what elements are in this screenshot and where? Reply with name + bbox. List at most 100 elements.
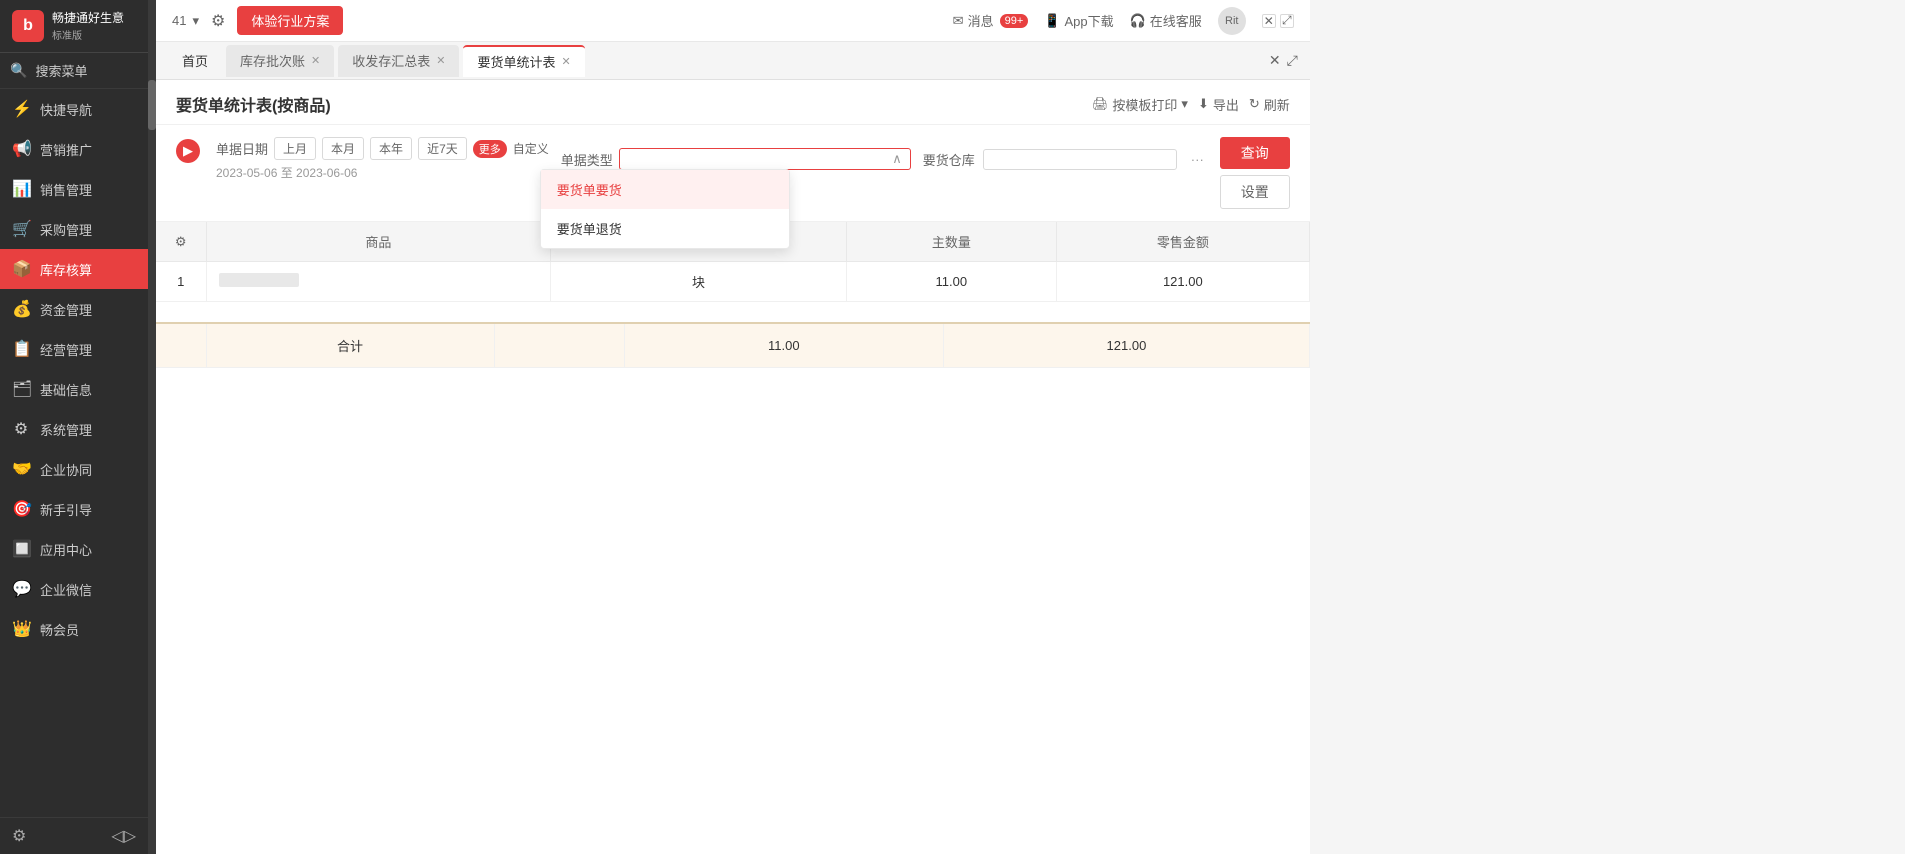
dropdown-item-order-return[interactable]: 要货单退货 — [541, 209, 789, 248]
sidebar-item-quick-nav[interactable]: ⚡ 快捷导航 — [0, 89, 148, 129]
sidebar-nav: ⚡ 快捷导航 📢 营销推广 📊 销售管理 🛒 采购管理 📦 库存核算 💰 — [0, 89, 148, 817]
warehouse-filter-label: 要货仓库 — [923, 150, 975, 169]
tabs-bar: 首页 库存批次账 ✕ 收发存汇总表 ✕ 要货单统计表 ✕ ✕ ⤢ — [156, 42, 1310, 80]
logo-sub: 标准版 — [52, 27, 124, 42]
app-download-label: App下载 — [1064, 11, 1113, 30]
date-btn-this-month[interactable]: 本月 — [322, 137, 364, 160]
nav-icon-member: 👑 — [12, 619, 30, 639]
search-icon: 🔍 — [10, 62, 27, 79]
print-chevron-icon: ▾ — [1181, 96, 1188, 112]
tab-expand-icon[interactable]: ⤢ — [1287, 52, 1298, 69]
type-filter-group: 单据类型 ∧ 要货单要货 要货单退货 — [561, 148, 911, 170]
nav-icon-sales: 📊 — [12, 179, 30, 199]
filter-toggle-icon: ▶ — [183, 143, 193, 159]
tab-batch-account[interactable]: 库存批次账 ✕ — [226, 45, 334, 77]
sidebar-item-wechat[interactable]: 💬 企业微信 — [0, 569, 148, 609]
trial-btn[interactable]: 体验行业方案 — [237, 6, 343, 35]
sidebar-item-inventory[interactable]: 📦 库存核算 — [0, 249, 148, 289]
warehouse-input-wrap — [983, 149, 1177, 170]
sidebar-search[interactable]: 🔍 搜索菜单 — [0, 53, 148, 89]
footer-quantity: 11.00 — [624, 324, 943, 368]
expand-btn[interactable]: ⤢ — [1280, 14, 1294, 28]
dropdown-item-order-goods[interactable]: 要货单要货 — [541, 170, 789, 209]
sidebar-item-app-center[interactable]: 🔲 应用中心 — [0, 529, 148, 569]
nav-icon-base: 🗂 — [12, 379, 30, 399]
sidebar-item-sales[interactable]: 📊 销售管理 — [0, 169, 148, 209]
date-btn-this-year[interactable]: 本年 — [370, 137, 412, 160]
receipt-summary-tab-label: 收发存汇总表 — [352, 51, 430, 70]
sidebar-item-finance[interactable]: 💰 资金管理 — [0, 289, 148, 329]
export-label: 导出 — [1213, 95, 1239, 114]
online-service-item[interactable]: 🎧 在线客服 — [1130, 11, 1202, 30]
date-custom-btn[interactable]: 自定义 — [513, 140, 549, 157]
tab-close-order-summary[interactable]: ✕ — [562, 55, 571, 68]
td-quantity: 11.00 — [846, 262, 1056, 302]
date-badge[interactable]: 更多 — [473, 140, 507, 158]
sidebar-item-system[interactable]: ⚙ 系统管理 — [0, 409, 148, 449]
footer-row: 合计 11.00 121.00 — [156, 324, 1309, 368]
nav-icon-wechat: 💬 — [12, 579, 30, 599]
filter-row: 单据日期 上月 本月 本年 近7天 更多 自定义 2023 — [216, 137, 1204, 181]
th-amount: 零售金额 — [1056, 222, 1309, 262]
sidebar-item-enterprise[interactable]: 🤝 企业协同 — [0, 449, 148, 489]
td-unit: 块 — [551, 262, 847, 302]
sidebar-item-operation[interactable]: 📋 经营管理 — [0, 329, 148, 369]
warehouse-more-icon[interactable]: ··· — [1191, 152, 1204, 167]
warehouse-input[interactable] — [992, 152, 1168, 167]
sidebar-item-marketing[interactable]: 📢 营销推广 — [0, 129, 148, 169]
sidebar-scrollbar-thumb[interactable] — [148, 80, 156, 130]
export-btn[interactable]: ⬇ 导出 — [1198, 95, 1239, 114]
date-range: 2023-05-06 至 2023-06-06 — [216, 164, 549, 181]
th-quantity: 主数量 — [846, 222, 1056, 262]
nav-icon-marketing: 📢 — [12, 139, 30, 159]
sidebar-item-member[interactable]: 👑 畅会员 — [0, 609, 148, 649]
nav-icon-operation: 📋 — [12, 339, 30, 359]
sidebar-item-purchase[interactable]: 🛒 采购管理 — [0, 209, 148, 249]
sidebar-item-label-operation: 经营管理 — [40, 340, 92, 359]
sidebar-item-base[interactable]: 🗂 基础信息 — [0, 369, 148, 409]
refresh-btn[interactable]: ↻ 刷新 — [1249, 95, 1290, 114]
print-btn[interactable]: 🖨 按模板打印 ▾ — [1092, 95, 1188, 114]
store-selector[interactable]: 41 ▾ — [172, 13, 199, 29]
close-btn[interactable]: ✕ — [1262, 14, 1276, 28]
nav-icon-quick-nav: ⚡ — [12, 99, 30, 119]
nav-icon-guide: 🎯 — [12, 499, 30, 519]
tab-close-batch-account[interactable]: ✕ — [311, 54, 320, 67]
type-filter-input[interactable] — [628, 152, 828, 167]
date-filter: 单据日期 上月 本月 本年 近7天 更多 自定义 2023 — [216, 137, 549, 181]
th-product: 商品 — [206, 222, 551, 262]
table-settings-icon[interactable]: ⚙ — [175, 234, 187, 249]
sidebar-item-label-system: 系统管理 — [40, 420, 92, 439]
app-download-item[interactable]: 📱 App下载 — [1044, 11, 1113, 30]
type-filter-arrow-icon[interactable]: ∧ — [892, 151, 902, 167]
header-gear-icon[interactable]: ⚙ — [211, 11, 225, 31]
sidebar-item-guide[interactable]: 🎯 新手引导 — [0, 489, 148, 529]
sidebar-footer: ⚙ ◁▷ — [0, 817, 148, 854]
tab-close-receipt-summary[interactable]: ✕ — [436, 54, 445, 67]
tab-home[interactable]: 首页 — [168, 45, 222, 77]
type-filter-input-wrap: ∧ 要货单要货 要货单退货 — [619, 148, 911, 170]
date-btn-last-7[interactable]: 近7天 — [418, 137, 467, 160]
tab-order-summary[interactable]: 要货单统计表 ✕ — [463, 45, 584, 77]
message-icon: ✉ — [953, 13, 964, 29]
sidebar-scrollbar[interactable] — [148, 0, 156, 854]
sidebar-item-label-base: 基础信息 — [40, 380, 92, 399]
print-label: 按模板打印 — [1112, 95, 1177, 114]
th-settings: ⚙ — [156, 222, 206, 262]
settings-btn[interactable]: 设置 — [1220, 175, 1290, 209]
sidebar-item-label-quick-nav: 快捷导航 — [40, 100, 92, 119]
settings-gear-icon[interactable]: ⚙ — [12, 826, 26, 846]
batch-account-tab-label: 库存批次账 — [240, 51, 305, 70]
tab-receipt-summary[interactable]: 收发存汇总表 ✕ — [338, 45, 459, 77]
app-logo: b 畅捷通好生意 标准版 — [0, 0, 148, 53]
filter-toggle-btn[interactable]: ▶ — [176, 139, 200, 163]
collapse-icon[interactable]: ◁▷ — [111, 826, 136, 846]
date-btn-last-month[interactable]: 上月 — [274, 137, 316, 160]
date-buttons: 上月 本月 本年 近7天 更多 自定义 — [274, 137, 549, 160]
avatar[interactable]: Rit — [1218, 7, 1246, 35]
messages-item[interactable]: ✉ 消息 99+ — [953, 11, 1029, 30]
nav-icon-finance: 💰 — [12, 299, 30, 319]
date-filter-label: 单据日期 — [216, 139, 268, 158]
query-btn[interactable]: 查询 — [1220, 137, 1290, 169]
tab-close-window-icon[interactable]: ✕ — [1269, 52, 1281, 69]
